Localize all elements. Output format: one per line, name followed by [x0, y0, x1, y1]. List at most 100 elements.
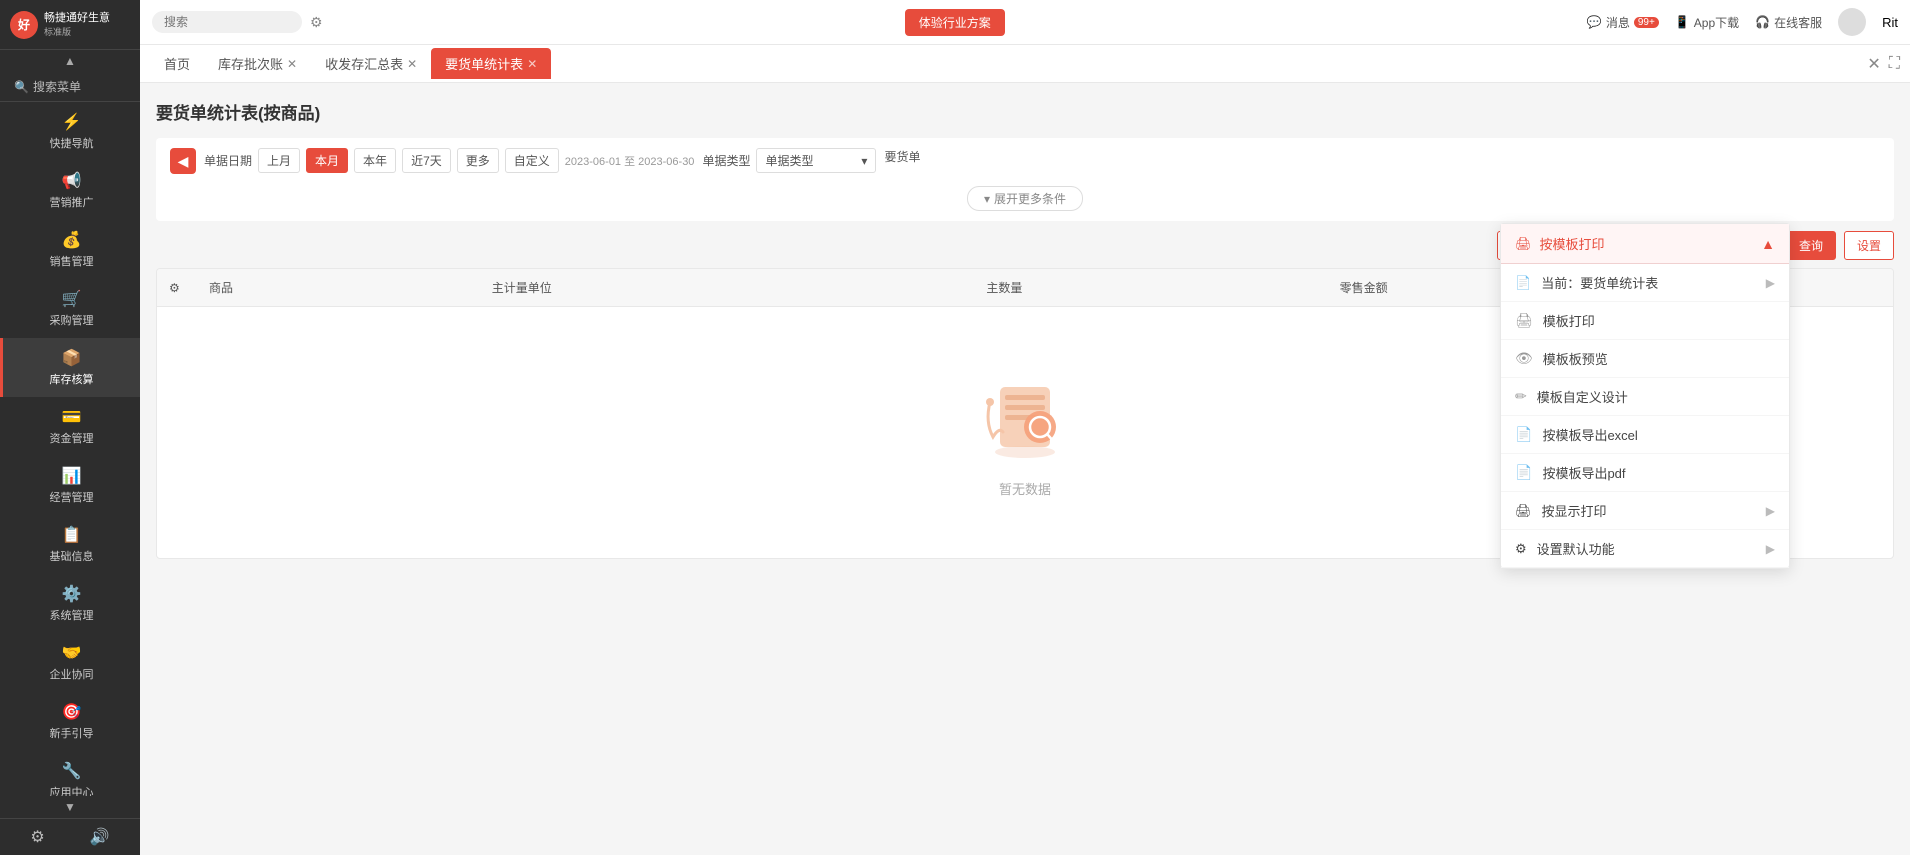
sidebar-search[interactable]: 🔍 搜索菜单 — [0, 72, 140, 102]
tab-batch-close[interactable]: ✕ — [287, 57, 297, 71]
date-btn-this-year[interactable]: 本年 — [354, 148, 396, 173]
sidebar-item-finance[interactable]: 💳 资金管理 — [0, 397, 140, 456]
filter-bar: ◀ 单据日期 上月 本月 本年 近7天 更多 自定义 2023-06-01 至 … — [156, 138, 1894, 221]
gear-icon[interactable]: ⚙ — [310, 14, 323, 31]
marketing-icon: 📢 — [62, 171, 82, 191]
template-print-icon: 🖨 — [1515, 312, 1533, 329]
current-arrow: ▶ — [1766, 276, 1775, 290]
message-icon: 💬 — [1587, 15, 1602, 29]
template-excel-icon: 📄 — [1515, 426, 1532, 443]
print-dropdown-header-label: 按模板打印 — [1540, 234, 1605, 253]
template-design-label: 模板自定义设计 — [1537, 387, 1628, 406]
doc-type-select[interactable]: 单据类型 ▾ — [756, 148, 876, 173]
template-pdf-label: 按模板导出pdf — [1542, 463, 1625, 482]
sidebar-item-system[interactable]: ⚙️ 系统管理 — [0, 574, 140, 633]
tab-order-stats-close[interactable]: ✕ — [527, 57, 537, 71]
app-download-button[interactable]: 📱 App下载 — [1675, 14, 1739, 31]
sidebar-item-collab[interactable]: 🤝 企业协同 — [0, 633, 140, 692]
set-default-item[interactable]: ⚙ 设置默认功能 ▶ — [1501, 530, 1789, 568]
template-design-item[interactable]: ✏ 模板自定义设计 — [1501, 378, 1789, 416]
display-print-item[interactable]: 🖨 按显示打印 ▶ — [1501, 492, 1789, 530]
user-avatar[interactable] — [1838, 8, 1866, 36]
tab-batch[interactable]: 库存批次账 ✕ — [204, 48, 311, 79]
date-btn-7days[interactable]: 近7天 — [402, 148, 451, 173]
sidebar-scroll-up[interactable]: ▲ — [0, 50, 140, 72]
doc-type-filter-group: 单据类型 单据类型 ▾ — [702, 148, 876, 173]
sidebar-item-label: 库存核算 — [50, 371, 94, 387]
filter-expand-button[interactable]: ◀ — [170, 148, 196, 174]
sidebar-item-basic[interactable]: 📋 基础信息 — [0, 515, 140, 574]
main-area: ⚙ 体验行业方案 💬 消息 99+ 📱 App下载 🎧 在线客服 Rit 首页 — [140, 0, 1910, 855]
tab-close-all-icon[interactable]: ✕ — [1867, 54, 1880, 74]
sidebar-item-appstore[interactable]: 🔧 应用中心 — [0, 751, 140, 796]
display-print-arrow: ▶ — [1766, 504, 1775, 518]
date-btn-this-month[interactable]: 本月 — [306, 148, 348, 173]
sidebar-item-label: 营销推广 — [50, 194, 94, 210]
speaker-footer-icon[interactable]: 🔊 — [90, 827, 110, 847]
sidebar-item-purchase[interactable]: 🛒 采购管理 — [0, 279, 140, 338]
empty-text: 暂无数据 — [999, 479, 1051, 498]
print-dropdown-chevron: ▲ — [1761, 236, 1775, 252]
print-dropdown: 🖨 按模板打印 ▲ 📄 当前：要货单统计表 ▶ 🖨 模板打印 👁 模板板预览 — [1500, 223, 1790, 569]
template-print-item[interactable]: 🖨 模板打印 — [1501, 302, 1789, 340]
app-logo-icon: 好 — [10, 11, 38, 39]
set-default-icon: ⚙ — [1515, 541, 1527, 557]
appstore-icon: 🔧 — [62, 761, 82, 781]
template-excel-item[interactable]: 📄 按模板导出excel — [1501, 416, 1789, 454]
template-preview-label: 模板板预览 — [1543, 349, 1608, 368]
sidebar: 好 畅捷通好生意 标准版 ▲ 🔍 搜索菜单 ⚡ 快捷导航 📢 营销推广 💰 销售… — [0, 0, 140, 855]
table-settings-column[interactable]: ⚙ — [157, 269, 197, 307]
purchase-icon: 🛒 — [62, 289, 82, 309]
expand-icon: ▾ — [984, 192, 990, 206]
template-preview-item[interactable]: 👁 模板板预览 — [1501, 340, 1789, 378]
date-btn-last-month[interactable]: 上月 — [258, 148, 300, 173]
sidebar-item-inventory[interactable]: 📦 库存核算 — [0, 338, 140, 397]
print-dropdown-header-icon: 🖨 — [1515, 236, 1532, 252]
tab-maximize-icon[interactable]: ⛶ — [1889, 55, 1900, 73]
settings-label: 设置 — [1857, 237, 1881, 254]
online-service-button[interactable]: 🎧 在线客服 — [1755, 14, 1822, 31]
sidebar-item-label: 基础信息 — [50, 548, 94, 564]
display-print-label: 按显示打印 — [1542, 501, 1607, 520]
message-button[interactable]: 💬 消息 99+ — [1587, 14, 1659, 31]
sidebar-item-operation[interactable]: 📊 经营管理 — [0, 456, 140, 515]
sidebar-item-quick-nav[interactable]: ⚡ 快捷导航 — [0, 102, 140, 161]
print-dropdown-current[interactable]: 📄 当前：要货单统计表 ▶ — [1501, 264, 1789, 302]
online-service-label: 在线客服 — [1774, 14, 1822, 31]
tab-batch-label: 库存批次账 — [218, 54, 283, 73]
app-badge: 标准版 — [44, 25, 110, 38]
guide-icon: 🎯 — [62, 702, 82, 722]
sidebar-scroll-down[interactable]: ▼ — [0, 796, 140, 818]
sidebar-item-label: 资金管理 — [50, 430, 94, 446]
expand-more-button[interactable]: ▾ 展开更多条件 — [967, 186, 1083, 211]
display-print-left: 🖨 按显示打印 — [1515, 501, 1607, 520]
tab-receipt-close[interactable]: ✕ — [407, 57, 417, 71]
template-design-icon: ✏ — [1515, 388, 1527, 405]
set-default-label: 设置默认功能 — [1537, 539, 1615, 558]
settings-button[interactable]: 设置 — [1844, 231, 1894, 260]
sidebar-item-guide[interactable]: 🎯 新手引导 — [0, 692, 140, 751]
search-input[interactable] — [152, 11, 302, 33]
sidebar-item-sales[interactable]: 💰 销售管理 — [0, 220, 140, 279]
tab-receipt[interactable]: 收发存汇总表 ✕ — [311, 48, 431, 79]
sidebar-item-marketing[interactable]: 📢 营销推广 — [0, 161, 140, 220]
date-btn-more[interactable]: 更多 — [457, 148, 499, 173]
tab-order-stats[interactable]: 要货单统计表 ✕ — [431, 48, 551, 79]
settings-footer-icon[interactable]: ⚙ — [30, 827, 44, 847]
doc-type-label: 单据类型 — [702, 152, 750, 169]
sidebar-nav: ⚡ 快捷导航 📢 营销推广 💰 销售管理 🛒 采购管理 📦 库存核算 💳 资金管… — [0, 102, 140, 796]
query-label: 查询 — [1799, 237, 1823, 254]
tab-home[interactable]: 首页 — [150, 48, 204, 79]
chevron-down-icon: ▾ — [861, 154, 867, 168]
trial-button[interactable]: 体验行业方案 — [905, 9, 1005, 36]
query-button[interactable]: 查询 — [1786, 231, 1836, 260]
tab-order-stats-label: 要货单统计表 — [445, 54, 523, 73]
sidebar-logo: 好 畅捷通好生意 标准版 — [0, 0, 140, 50]
date-filter-group: 单据日期 上月 本月 本年 近7天 更多 自定义 2023-06-01 至 20… — [204, 148, 694, 173]
print-dropdown-header[interactable]: 🖨 按模板打印 ▲ — [1501, 224, 1789, 264]
date-btn-custom[interactable]: 自定义 — [505, 148, 559, 173]
table-product-column: 商品 — [197, 269, 480, 307]
template-pdf-item[interactable]: 📄 按模板导出pdf — [1501, 454, 1789, 492]
set-default-left: ⚙ 设置默认功能 — [1515, 539, 1615, 558]
template-excel-label: 按模板导出excel — [1542, 425, 1637, 444]
